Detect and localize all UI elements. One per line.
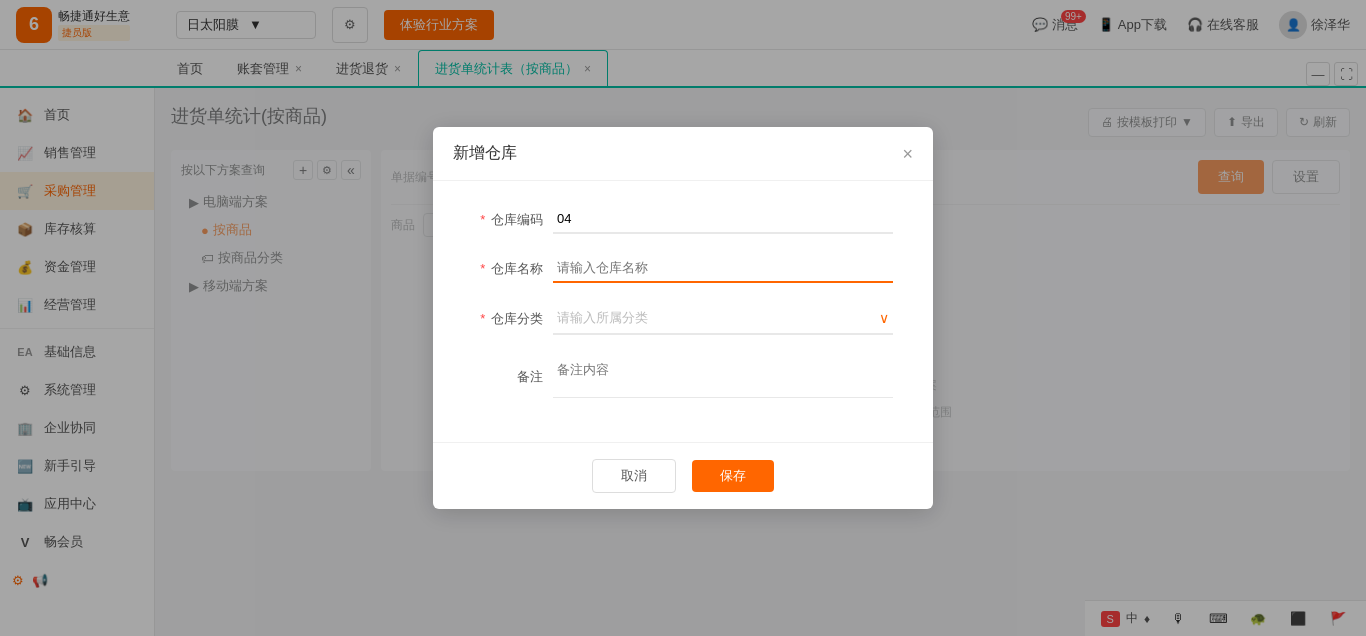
new-warehouse-dialog: 新增仓库 × * 仓库编码 * 仓库名称 <box>433 127 933 509</box>
cancel-button[interactable]: 取消 <box>592 459 676 493</box>
required-star-category: * <box>480 311 485 326</box>
warehouse-code-label: * 仓库编码 <box>473 211 553 229</box>
warehouse-remark-row: 备注 <box>473 355 893 398</box>
warehouse-code-row: * 仓库编码 <box>473 205 893 234</box>
warehouse-category-select[interactable]: 请输入所属分类 ∨ <box>553 303 893 335</box>
dialog-header: 新增仓库 × <box>433 127 933 181</box>
warehouse-name-row: * 仓库名称 <box>473 254 893 283</box>
dialog-footer: 取消 保存 <box>433 442 933 509</box>
save-button[interactable]: 保存 <box>692 460 774 492</box>
warehouse-category-row: * 仓库分类 请输入所属分类 ∨ <box>473 303 893 335</box>
modal-overlay: 新增仓库 × * 仓库编码 * 仓库名称 <box>0 0 1366 636</box>
warehouse-name-input[interactable] <box>553 254 893 283</box>
required-star-code: * <box>480 212 485 227</box>
category-placeholder: 请输入所属分类 <box>557 309 879 327</box>
warehouse-remark-label: 备注 <box>473 368 553 386</box>
warehouse-category-label: * 仓库分类 <box>473 310 553 328</box>
category-arrow-icon: ∨ <box>879 310 889 326</box>
warehouse-code-input[interactable] <box>553 205 893 234</box>
dialog-body: * 仓库编码 * 仓库名称 * 仓库分类 请输入所属 <box>433 181 933 442</box>
warehouse-name-label: * 仓库名称 <box>473 260 553 278</box>
required-star-name: * <box>480 261 485 276</box>
dialog-close-button[interactable]: × <box>902 145 913 163</box>
dialog-title: 新增仓库 <box>453 143 517 164</box>
warehouse-remark-input[interactable] <box>553 355 893 398</box>
